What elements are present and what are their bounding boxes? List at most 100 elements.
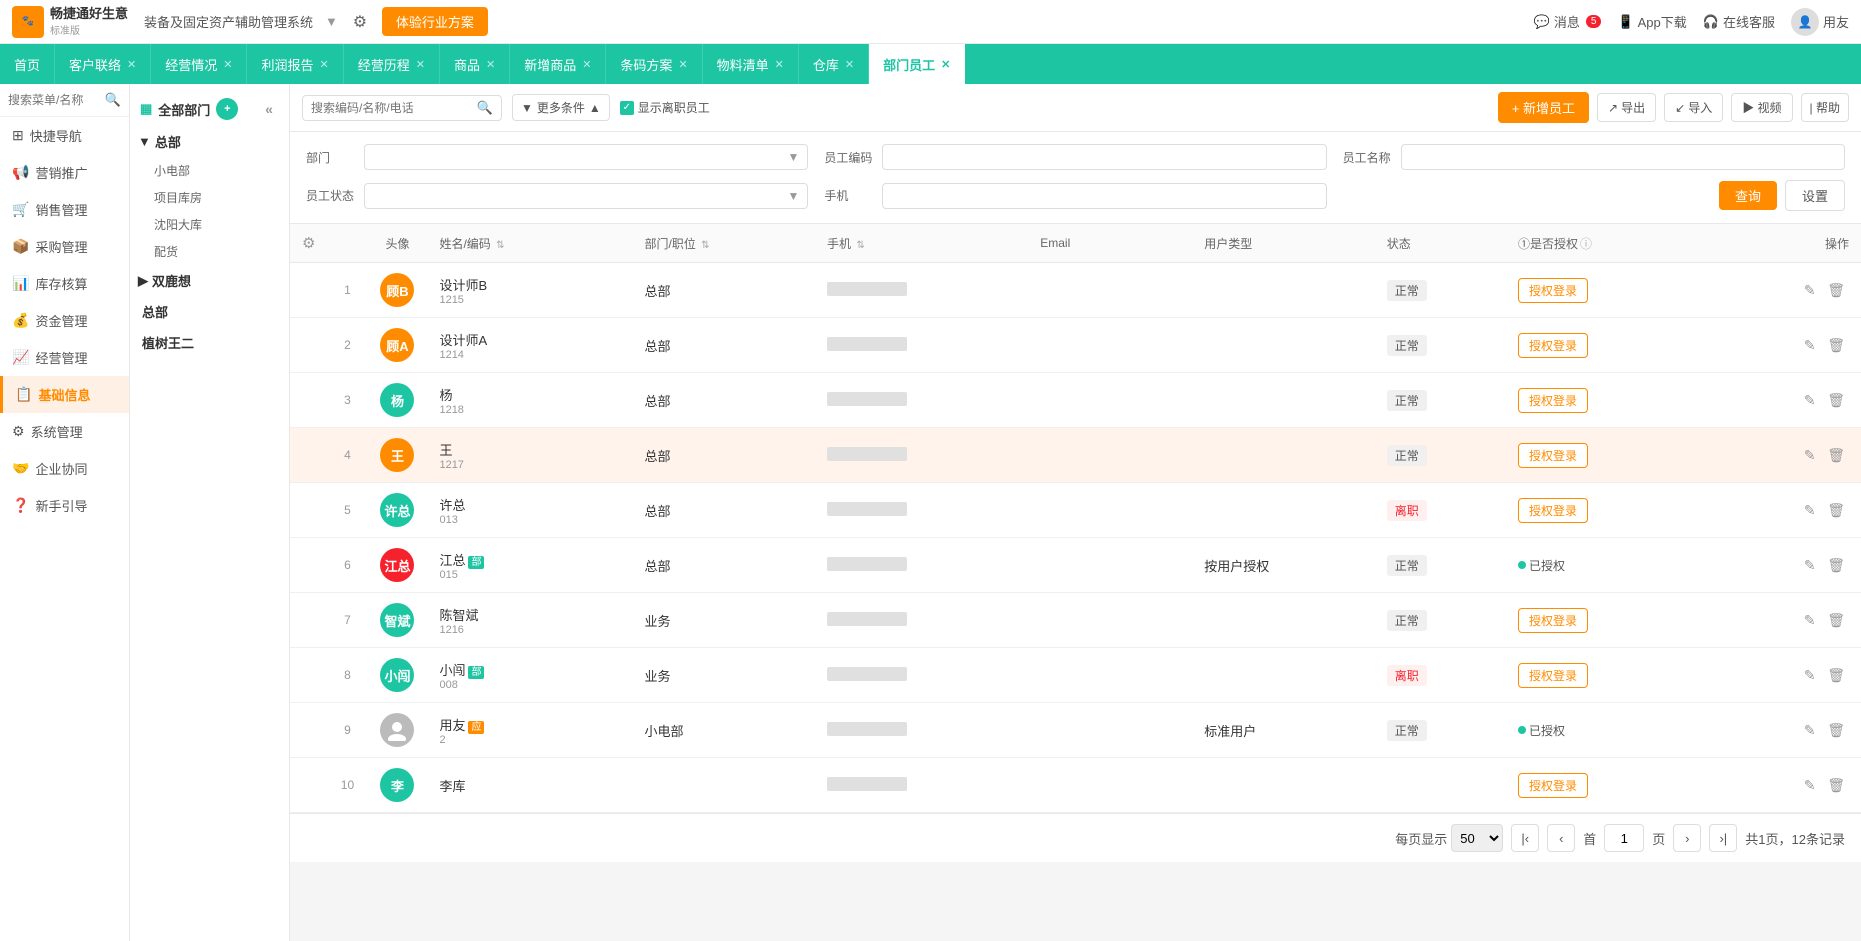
add-employee-button[interactable]: + 新增员工: [1498, 92, 1589, 123]
edit-button[interactable]: ✎: [1800, 280, 1820, 300]
edit-button[interactable]: ✎: [1800, 555, 1820, 575]
sidebar-item-finance[interactable]: 💰 资金管理: [0, 302, 129, 339]
filter-dept-select[interactable]: ▼: [364, 144, 808, 170]
sidebar-item-purchase[interactable]: 📦 采购管理: [0, 228, 129, 265]
sidebar-item-operation[interactable]: 📈 经营管理: [0, 339, 129, 376]
sidebar-item-quick-nav[interactable]: ⊞ 快捷导航: [0, 117, 129, 154]
edit-button[interactable]: ✎: [1800, 335, 1820, 355]
tab-warehouse[interactable]: 仓库 ✕: [799, 44, 869, 84]
last-page-button[interactable]: ›|: [1709, 824, 1737, 852]
close-icon[interactable]: ✕: [845, 58, 854, 71]
auth-button[interactable]: 授权登录: [1518, 388, 1588, 413]
edit-button[interactable]: ✎: [1800, 390, 1820, 410]
tab-profit[interactable]: 利润报告 ✕: [247, 44, 343, 84]
sidebar-item-collab[interactable]: 🤝 企业协同: [0, 450, 129, 487]
tab-new-goods[interactable]: 新增商品 ✕: [510, 44, 606, 84]
edit-button[interactable]: ✎: [1800, 720, 1820, 740]
tab-goods[interactable]: 商品 ✕: [440, 44, 510, 84]
close-icon[interactable]: ✕: [127, 58, 136, 71]
col-phone-header[interactable]: 手机 ⇅: [815, 224, 1028, 263]
tab-operation[interactable]: 经营情况 ✕: [151, 44, 247, 84]
sidebar-item-guide[interactable]: ❓ 新手引导: [0, 487, 129, 524]
delete-button[interactable]: 🗑: [1823, 775, 1849, 795]
delete-button[interactable]: 🗑: [1823, 390, 1849, 410]
sidebar-search-input[interactable]: [8, 93, 105, 107]
export-button[interactable]: ↗ 导出: [1597, 93, 1656, 122]
reset-button[interactable]: 设置: [1785, 180, 1845, 211]
edit-button[interactable]: ✎: [1800, 500, 1820, 520]
dept-group-zhishu[interactable]: 植树王二: [130, 327, 289, 358]
edit-button[interactable]: ✎: [1800, 610, 1820, 630]
show-resigned-toggle[interactable]: ✓ 显示离职员工: [620, 99, 710, 116]
dept-child-distribution[interactable]: 配货: [130, 238, 289, 265]
edit-button[interactable]: ✎: [1800, 775, 1820, 795]
filter-code-input[interactable]: [882, 144, 1326, 170]
search-input[interactable]: [311, 101, 473, 115]
close-icon[interactable]: ✕: [320, 58, 329, 71]
delete-button[interactable]: 🗑: [1823, 280, 1849, 300]
delete-button[interactable]: 🗑: [1823, 665, 1849, 685]
info-icon[interactable]: ⓘ: [1580, 237, 1592, 251]
auth-button[interactable]: 授权登录: [1518, 443, 1588, 468]
auth-button[interactable]: 授权登录: [1518, 333, 1588, 358]
auth-button[interactable]: 授权登录: [1518, 278, 1588, 303]
sidebar-item-sales[interactable]: 🛒 销售管理: [0, 191, 129, 228]
auth-button[interactable]: 授权登录: [1518, 608, 1588, 633]
sidebar-item-system[interactable]: ⚙ 系统管理: [0, 413, 129, 450]
sidebar-item-basic[interactable]: 📋 基础信息: [0, 376, 129, 413]
tab-home[interactable]: 首页: [0, 44, 55, 84]
dept-group-shuanglu[interactable]: ▶ 双鹿想: [130, 265, 289, 296]
filter-phone-input[interactable]: [882, 183, 1326, 209]
per-page-select[interactable]: 50 20 100: [1451, 824, 1503, 852]
auth-button[interactable]: 授权登录: [1518, 498, 1588, 523]
prev-page-button[interactable]: ‹: [1547, 824, 1575, 852]
dept-collapse-button[interactable]: «: [259, 99, 279, 119]
filter-status-select[interactable]: ▼: [364, 183, 808, 209]
video-button[interactable]: ▶ 视频: [1731, 93, 1792, 122]
first-page-button[interactable]: |‹: [1511, 824, 1539, 852]
delete-button[interactable]: 🗑: [1823, 610, 1849, 630]
tab-customer[interactable]: 客户联络 ✕: [55, 44, 151, 84]
filter-name-input[interactable]: [1401, 144, 1845, 170]
next-page-button[interactable]: ›: [1673, 824, 1701, 852]
trial-button[interactable]: 体验行业方案: [382, 7, 488, 36]
tab-history[interactable]: 经营历程 ✕: [344, 44, 440, 84]
close-icon[interactable]: ✕: [223, 58, 232, 71]
close-icon[interactable]: ✕: [582, 58, 591, 71]
message-button[interactable]: 💬 消息 5: [1534, 12, 1602, 31]
sidebar-item-marketing[interactable]: 📢 营销推广: [0, 154, 129, 191]
dept-child-xiaodian[interactable]: 小电部: [130, 157, 289, 184]
online-service-button[interactable]: 🎧 在线客服: [1703, 12, 1775, 31]
tab-bom[interactable]: 物料清单 ✕: [703, 44, 799, 84]
query-button[interactable]: 查询: [1719, 181, 1777, 210]
delete-button[interactable]: 🗑: [1823, 720, 1849, 740]
tab-barcode[interactable]: 条码方案 ✕: [606, 44, 702, 84]
tab-employee[interactable]: 部门员工 ✕: [869, 44, 965, 84]
close-icon[interactable]: ✕: [678, 58, 687, 71]
dept-group-zongbu[interactable]: 总部: [130, 296, 289, 327]
more-filter-button[interactable]: ▼ 更多条件 ▲: [512, 94, 610, 121]
close-icon[interactable]: ✕: [775, 58, 784, 71]
auth-button[interactable]: 授权登录: [1518, 663, 1588, 688]
dept-add-button[interactable]: +: [216, 98, 238, 120]
dept-group-head[interactable]: ▼ 总部: [130, 126, 289, 157]
edit-button[interactable]: ✎: [1800, 665, 1820, 685]
import-button[interactable]: ↙ 导入: [1664, 93, 1723, 122]
settings-button[interactable]: ⚙: [346, 8, 374, 36]
page-input[interactable]: [1604, 824, 1644, 852]
close-icon[interactable]: ✕: [941, 58, 950, 71]
delete-button[interactable]: 🗑: [1823, 445, 1849, 465]
app-download-button[interactable]: 📱 App下载: [1617, 12, 1686, 31]
edit-button[interactable]: ✎: [1800, 445, 1820, 465]
dept-child-project[interactable]: 项目库房: [130, 184, 289, 211]
auth-button[interactable]: 授权登录: [1518, 773, 1588, 798]
delete-button[interactable]: 🗑: [1823, 335, 1849, 355]
delete-button[interactable]: 🗑: [1823, 555, 1849, 575]
col-name-header[interactable]: 姓名/编码 ⇅: [427, 224, 632, 263]
close-icon[interactable]: ✕: [486, 58, 495, 71]
sidebar-item-inventory[interactable]: 📊 库存核算: [0, 265, 129, 302]
col-dept-header[interactable]: 部门/职位 ⇅: [632, 224, 815, 263]
user-area[interactable]: 👤 用友: [1791, 8, 1849, 36]
dept-child-shenyang[interactable]: 沈阳大库: [130, 211, 289, 238]
settings-gear-icon[interactable]: ⚙: [302, 235, 315, 252]
